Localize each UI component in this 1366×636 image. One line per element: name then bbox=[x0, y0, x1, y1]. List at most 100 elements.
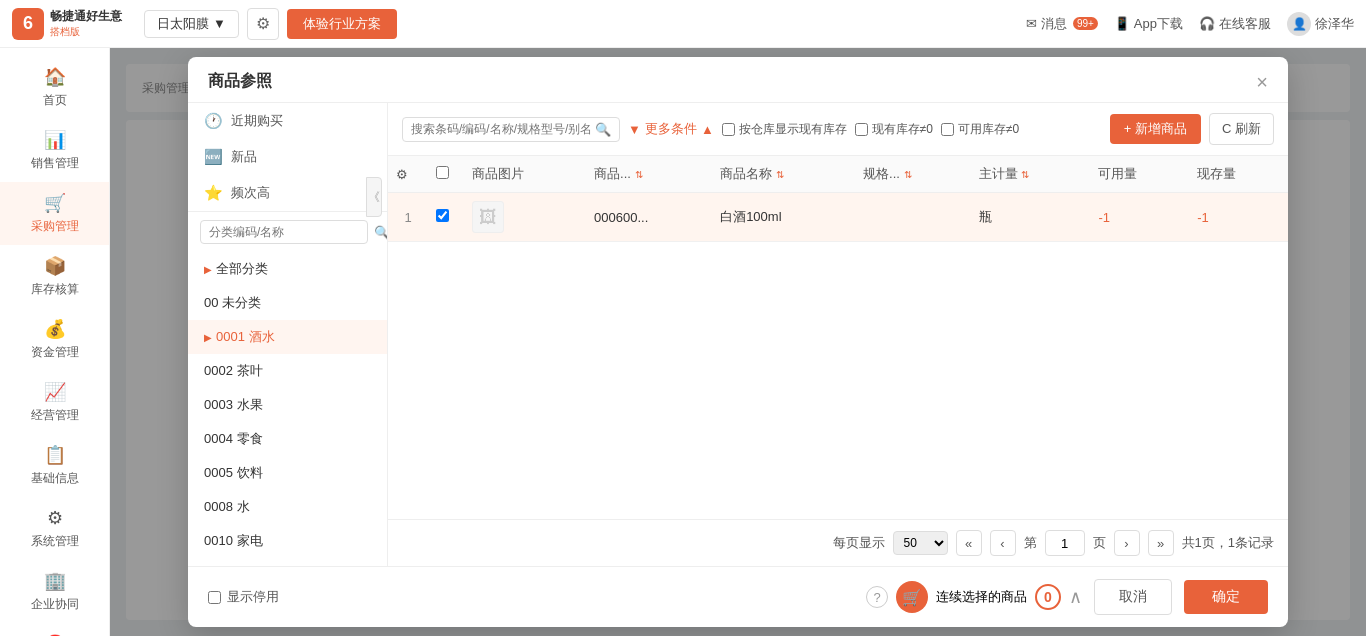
page-label-suffix: 页 bbox=[1093, 534, 1106, 552]
online-service-button[interactable]: 🎧 在线客服 bbox=[1199, 15, 1271, 33]
left-panel: 🕐 近期购买 🆕 新品 ⭐ 频次高 bbox=[188, 103, 388, 566]
sidebar-label-sales: 销售管理 bbox=[31, 155, 79, 172]
show-disabled-checkbox[interactable]: 显示停用 bbox=[208, 588, 279, 606]
sidebar-label-system: 系统管理 bbox=[31, 533, 79, 550]
finance-icon: 💰 bbox=[44, 318, 66, 340]
clock-icon: 🕐 bbox=[204, 112, 223, 130]
per-page-select[interactable]: 50 100 200 bbox=[893, 531, 948, 555]
arrow-icon-1: ▶ bbox=[204, 332, 212, 343]
classify-item-4[interactable]: 0004 零食 bbox=[188, 422, 387, 456]
purchase-icon: 🛒 bbox=[44, 192, 66, 214]
confirm-button[interactable]: 确定 bbox=[1184, 580, 1268, 614]
classify-item-2[interactable]: 0002 茶叶 bbox=[188, 354, 387, 388]
arrow-icon-all: ▶ bbox=[204, 264, 212, 275]
column-settings-icon[interactable]: ⚙ bbox=[396, 167, 408, 182]
tab-high-frequency[interactable]: ⭐ 频次高 bbox=[188, 175, 387, 211]
col-code[interactable]: 商品... ⇅ bbox=[586, 156, 712, 193]
first-page-button[interactable]: « bbox=[956, 530, 982, 556]
home-icon: 🏠 bbox=[44, 66, 66, 88]
classify-item-7[interactable]: 0010 家电 bbox=[188, 524, 387, 558]
col-unit[interactable]: 主计量 ⇅ bbox=[971, 156, 1091, 193]
select-all-checkbox[interactable] bbox=[436, 166, 449, 179]
panel-collapse-button[interactable]: 《 bbox=[366, 177, 382, 217]
classify-item-6[interactable]: 0008 水 bbox=[188, 490, 387, 524]
trial-button[interactable]: 体验行业方案 bbox=[287, 9, 397, 39]
row-checkbox[interactable] bbox=[428, 193, 464, 242]
available-stock-checkbox[interactable]: 可用库存≠0 bbox=[941, 121, 1019, 138]
modal-footer: 显示停用 ? 🛒 连续选择的商品 0 ∧ 取消 确定 bbox=[188, 566, 1288, 627]
sort-arrows-code: ⇅ bbox=[635, 169, 643, 180]
table-row[interactable]: 1 🖼 000600... 白酒100ml 瓶 -1 -1 bbox=[388, 193, 1288, 242]
modal-overlay: 商品参照 × 🕐 近期购买 🆕 bbox=[110, 48, 1366, 636]
phone-icon: 📱 bbox=[1114, 16, 1130, 31]
close-icon[interactable]: × bbox=[1256, 72, 1268, 92]
modal-body: 🕐 近期购买 🆕 新品 ⭐ 频次高 bbox=[188, 103, 1288, 566]
settings-gear-button[interactable]: ⚙ bbox=[247, 8, 279, 40]
warehouse-display-checkbox[interactable]: 按仓库显示现有库存 bbox=[722, 121, 847, 138]
tab-recent-purchase[interactable]: 🕐 近期购买 bbox=[188, 103, 387, 139]
search-icon[interactable]: 🔍 bbox=[374, 225, 388, 240]
inventory-icon: 📦 bbox=[44, 255, 66, 277]
classify-search-area: 🔍 bbox=[188, 212, 387, 252]
user-menu-button[interactable]: 👤 徐泽华 bbox=[1287, 12, 1354, 36]
row-name: 白酒100ml bbox=[712, 193, 855, 242]
classify-search-input[interactable] bbox=[200, 220, 368, 244]
col-spec[interactable]: 规格... ⇅ bbox=[855, 156, 971, 193]
classify-item-5[interactable]: 0005 饮料 bbox=[188, 456, 387, 490]
sidebar-item-home[interactable]: 🏠 首页 bbox=[0, 56, 109, 119]
prev-page-button[interactable]: ‹ bbox=[990, 530, 1016, 556]
sort-arrows-unit: ⇅ bbox=[1021, 169, 1029, 180]
sidebar-item-basic-info[interactable]: 📋 基础信息 bbox=[0, 434, 109, 497]
sidebar-label-home: 首页 bbox=[43, 92, 67, 109]
row-spec bbox=[855, 193, 971, 242]
sidebar-item-enterprise[interactable]: 🏢 企业协同 bbox=[0, 560, 109, 623]
sidebar-label-basic-info: 基础信息 bbox=[31, 470, 79, 487]
chevron-up-icon[interactable]: ∧ bbox=[1069, 586, 1082, 608]
sidebar-item-sales[interactable]: 📊 销售管理 bbox=[0, 119, 109, 182]
left-tabs: 🕐 近期购买 🆕 新品 ⭐ 频次高 bbox=[188, 103, 387, 212]
nav-right: ✉ 消息 99+ 📱 App下载 🎧 在线客服 👤 徐泽华 bbox=[1026, 12, 1354, 36]
sidebar-item-system[interactable]: ⚙ 系统管理 bbox=[0, 497, 109, 560]
product-table-body: 1 🖼 000600... 白酒100ml 瓶 -1 -1 bbox=[388, 193, 1288, 242]
sort-arrows-name: ⇅ bbox=[776, 169, 784, 180]
sidebar-item-operations[interactable]: 📈 经营管理 bbox=[0, 371, 109, 434]
row-image: 🖼 bbox=[464, 193, 586, 242]
cancel-button[interactable]: 取消 bbox=[1094, 579, 1172, 615]
sidebar-label-inventory: 库存核算 bbox=[31, 281, 79, 298]
classify-item-3[interactable]: 0003 水果 bbox=[188, 388, 387, 422]
help-button[interactable]: ? bbox=[866, 586, 888, 608]
col-name[interactable]: 商品名称 ⇅ bbox=[712, 156, 855, 193]
avatar: 👤 bbox=[1287, 12, 1311, 36]
add-product-button[interactable]: + 新增商品 bbox=[1110, 114, 1201, 144]
next-page-button[interactable]: › bbox=[1114, 530, 1140, 556]
company-selector[interactable]: 日太阳膜 ▼ bbox=[144, 10, 239, 38]
messages-button[interactable]: ✉ 消息 99+ bbox=[1026, 15, 1098, 33]
search-icon[interactable]: 🔍 bbox=[595, 122, 611, 137]
classify-item-1[interactable]: ▶ 0001 酒水 bbox=[188, 320, 387, 354]
existing-stock-checkbox[interactable]: 现有库存≠0 bbox=[855, 121, 933, 138]
last-page-button[interactable]: » bbox=[1148, 530, 1174, 556]
classify-item-0[interactable]: 00 未分类 bbox=[188, 286, 387, 320]
toolbar: 🔍 ▼ 更多条件 ▲ 按仓库显示现有库存 bbox=[388, 103, 1288, 156]
sidebar-item-finance[interactable]: 💰 资金管理 bbox=[0, 308, 109, 371]
table-header-row: ⚙ 商品图片 商品... ⇅ bbox=[388, 156, 1288, 193]
col-checkbox bbox=[428, 156, 464, 193]
enterprise-icon: 🏢 bbox=[44, 570, 66, 592]
content-area: 采购管理 商品参照 × 🕐 bbox=[110, 48, 1366, 636]
cart-icon: 🛒 bbox=[902, 588, 922, 607]
sidebar-item-purchase[interactable]: 🛒 采购管理 bbox=[0, 182, 109, 245]
sidebar-item-inventory[interactable]: 📦 库存核算 bbox=[0, 245, 109, 308]
cart-button[interactable]: 🛒 bbox=[896, 581, 928, 613]
page-number-input[interactable] bbox=[1045, 530, 1085, 556]
refresh-button[interactable]: C 刷新 bbox=[1209, 113, 1274, 145]
search-input[interactable] bbox=[411, 122, 591, 136]
app-download-button[interactable]: 📱 App下载 bbox=[1114, 15, 1183, 33]
cart-count-badge: 0 bbox=[1035, 584, 1061, 610]
sales-icon: 📊 bbox=[44, 129, 66, 151]
sidebar-item-guide[interactable]: 🎯 新手引导 bbox=[0, 623, 109, 636]
tab-new-products[interactable]: 🆕 新品 bbox=[188, 139, 387, 175]
classify-item-all[interactable]: ▶ 全部分类 bbox=[188, 252, 387, 286]
more-filter-button[interactable]: ▼ 更多条件 ▲ bbox=[628, 120, 714, 138]
chevron-down-icon: ▼ bbox=[213, 16, 226, 31]
sort-arrows-spec: ⇅ bbox=[904, 169, 912, 180]
